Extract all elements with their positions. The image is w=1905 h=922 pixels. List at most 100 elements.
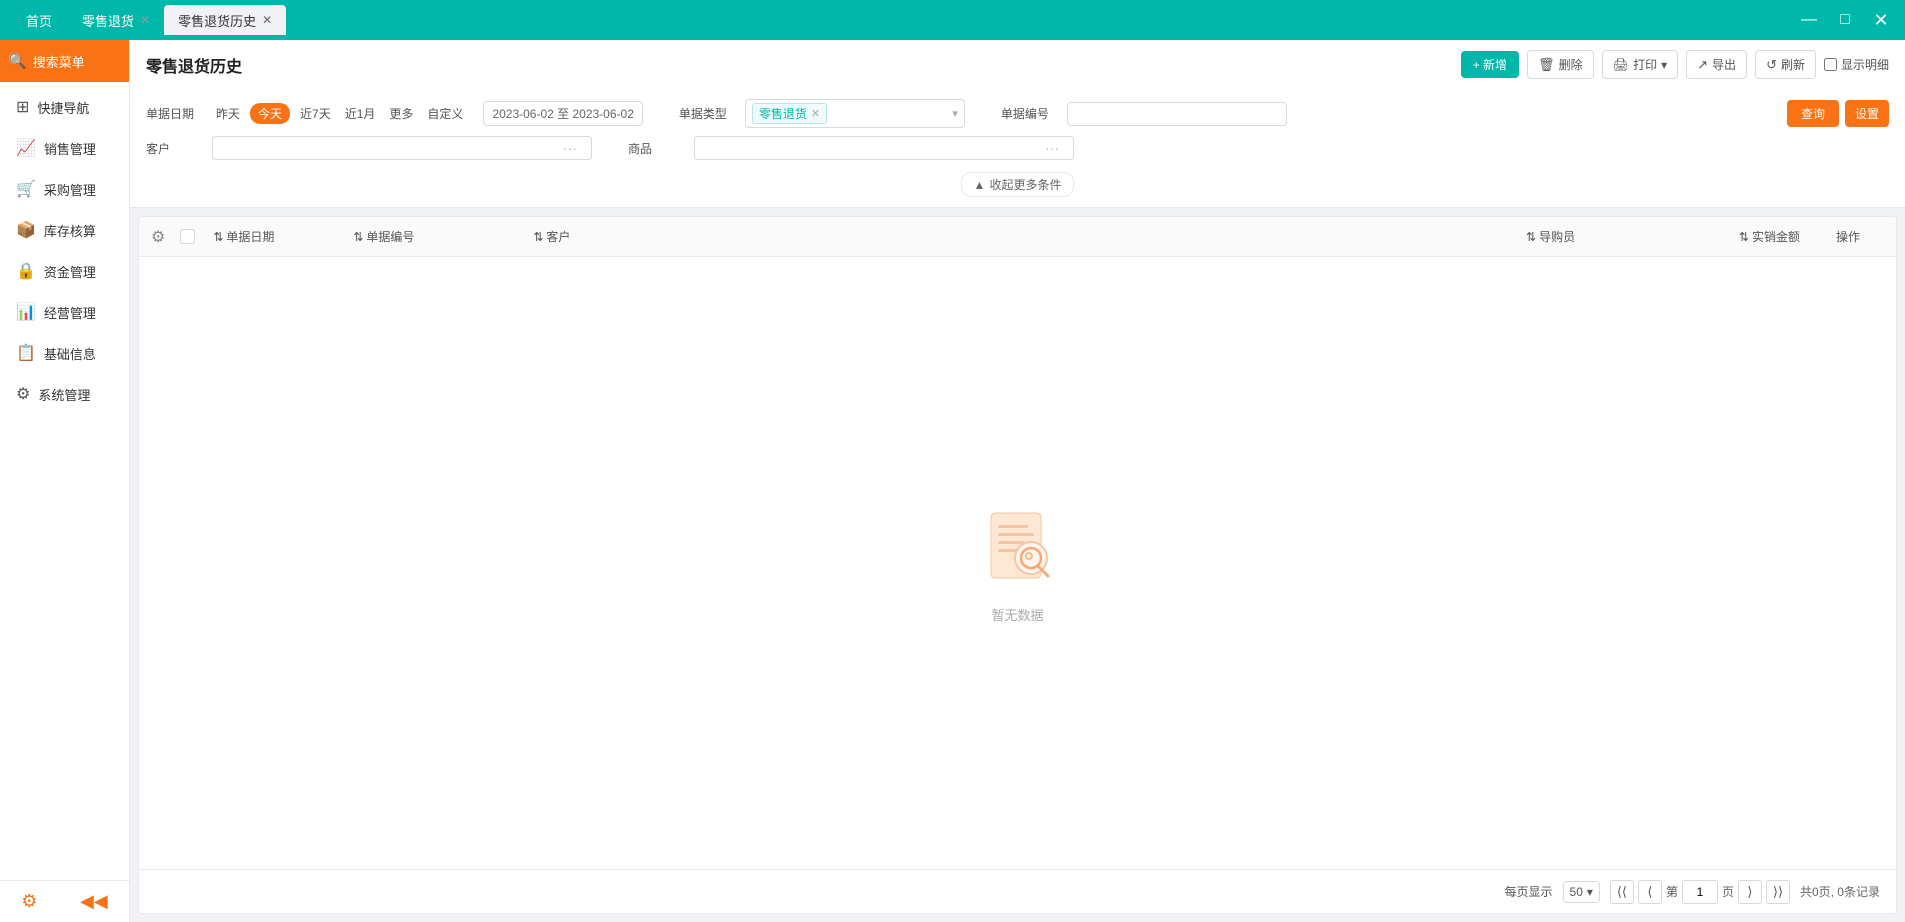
window-controls: — □ ✕ [1795,6,1895,34]
query-button[interactable]: 查询 [1787,100,1839,127]
prev-page-btn[interactable]: ⟨ [1638,880,1662,904]
page-input[interactable] [1682,880,1718,904]
table-columns: ⇅ 单据日期 ⇅ 单据编号 ⇅ 客户 ⇅ 导购员 [205,228,1888,245]
tab-retail-return[interactable]: 零售退货 ✕ [68,5,164,35]
top-bar: 首页 零售退货 ✕ 零售退货历史 ✕ — □ ✕ [0,0,1905,40]
print-icon: 🖨 [1613,57,1630,73]
th-customer[interactable]: ⇅ 客户 [525,228,1518,245]
settings-bottom-btn[interactable]: ⚙ [21,891,37,912]
print-button[interactable]: 🖨 打印 ▾ [1602,50,1679,79]
date-custom[interactable]: 自定义 [423,103,467,124]
bill-number-input[interactable] [1067,102,1287,126]
page-label: 页 [1722,883,1734,900]
content: 零售退货历史 + 新增 🗑 删除 🖨 打印 ▾ ↗ 导出 [130,40,1905,922]
close-retail-return[interactable]: ✕ [140,13,150,27]
goods-input-area[interactable]: ··· [694,136,1074,160]
bill-type-arrow: ▾ [952,107,958,120]
th-date[interactable]: ⇅ 单据日期 [205,228,345,245]
collapse-up-icon: ▲ [974,178,986,192]
maximize-btn[interactable]: □ [1831,6,1859,34]
sidebar-item-purchase[interactable]: 🛒 采购管理 [4,169,125,209]
sidebar-search[interactable]: 🔍 搜索菜单 [0,40,129,82]
table-body: 暂无数据 [139,257,1896,869]
print-dropdown-icon: ▾ [1661,58,1667,72]
last-page-btn[interactable]: ⟩⟩ [1766,880,1790,904]
bill-type-select[interactable]: 零售退货 ✕ ▾ [745,99,965,128]
tab-retail-return-history[interactable]: 零售退货历史 ✕ [164,5,286,35]
main-layout: 🔍 搜索菜单 ⊞ 快捷导航 📈 销售管理 🛒 采购管理 📦 库存核算 🔒 [0,40,1905,922]
next-page-btn[interactable]: ⟩ [1738,880,1762,904]
date-1month[interactable]: 近1月 [341,103,380,124]
select-all-col[interactable] [169,229,205,244]
inventory-icon: 📦 [16,220,36,240]
page-size-value: 50 [1570,885,1583,899]
date-options: 昨天 今天 近7天 近1月 更多 自定义 [212,103,467,124]
sidebar-item-quick-nav[interactable]: ⊞ 快捷导航 [4,87,125,127]
empty-text: 暂无数据 [991,605,1043,624]
close-btn[interactable]: ✕ [1867,6,1895,34]
total-info: 共0页, 0条记录 [1800,883,1880,900]
delete-icon: 🗑 [1538,57,1555,73]
th-action: 操作 [1808,228,1888,245]
date-range-display[interactable]: 2023-06-02 至 2023-06-02 [483,101,642,126]
page-size-select[interactable]: 50 ▾ [1563,881,1600,903]
sidebar-item-inventory[interactable]: 📦 库存核算 [4,210,125,250]
close-retail-return-history[interactable]: ✕ [262,13,272,27]
sort-guide-icon: ⇅ [1526,230,1536,244]
customer-dots[interactable]: ··· [555,140,585,156]
select-all-checkbox[interactable] [180,229,195,244]
finance-icon: 🔒 [16,261,36,281]
th-amount[interactable]: ⇅ 实销金额 [1678,228,1808,245]
page-size-label: 每页显示 [1505,883,1553,900]
sidebar-menu: ⊞ 快捷导航 📈 销售管理 🛒 采购管理 📦 库存核算 🔒 资金管理 📊 [0,82,129,880]
goods-label: 商品 [628,140,678,157]
th-guide[interactable]: ⇅ 导购员 [1518,228,1678,245]
goods-dots[interactable]: ··· [1037,140,1067,156]
th-bill[interactable]: ⇅ 单据编号 [345,228,525,245]
delete-button[interactable]: 🗑 删除 [1527,50,1594,79]
collapse-button[interactable]: ▲ 收起更多条件 [961,172,1075,197]
date-yesterday[interactable]: 昨天 [212,103,244,124]
customer-label: 客户 [146,140,196,157]
bill-type-label: 单据类型 [679,105,729,122]
sidebar-item-sales[interactable]: 📈 销售管理 [4,128,125,168]
page-header: 零售退货历史 + 新增 🗑 删除 🖨 打印 ▾ ↗ 导出 [130,40,1905,208]
sidebar: 🔍 搜索菜单 ⊞ 快捷导航 📈 销售管理 🛒 采购管理 📦 库存核算 🔒 [0,40,130,922]
display-detail-checkbox[interactable] [1824,58,1837,71]
date-7days[interactable]: 近7天 [296,103,335,124]
date-today[interactable]: 今天 [250,103,290,124]
system-icon: ⚙ [16,384,30,404]
sidebar-item-system[interactable]: ⚙ 系统管理 [4,374,125,414]
tab-home[interactable]: 首页 [10,5,68,35]
sidebar-item-basic-info[interactable]: 📋 基础信息 [4,333,125,373]
sidebar-item-operation[interactable]: 📊 经营管理 [4,292,125,332]
sidebar-item-finance[interactable]: 🔒 资金管理 [4,251,125,291]
date-more[interactable]: 更多 [385,103,417,124]
first-page-btn[interactable]: ⟨⟨ [1610,880,1634,904]
display-detail-check[interactable]: 显示明细 [1824,56,1889,73]
pagination: 每页显示 50 ▾ ⟨⟨ ⟨ 第 页 ⟩ ⟩⟩ 共0页, 0条记录 [139,869,1896,913]
filter-row-1: 单据日期 昨天 今天 近7天 近1月 更多 自定义 2023-06-02 至 2… [146,99,1889,128]
basic-info-icon: 📋 [16,343,36,363]
sort-amount-icon: ⇅ [1739,230,1749,244]
sort-date-icon: ⇅ [213,230,223,244]
volume-bottom-btn[interactable]: ◀◀ [80,891,108,912]
bill-type-tag[interactable]: 零售退货 ✕ [752,103,827,124]
minimize-btn[interactable]: — [1795,6,1823,34]
toolbar: + 新增 🗑 删除 🖨 打印 ▾ ↗ 导出 ↺ [1461,50,1889,79]
page-size-arrow: ▾ [1587,885,1593,899]
table-header-bar: ⚙ ⇅ 单据日期 ⇅ 单据编号 ⇅ 客户 [139,217,1896,257]
settings-button[interactable]: 设置 [1845,100,1889,127]
customer-input-area[interactable]: ··· [212,136,592,160]
refresh-icon: ↺ [1766,57,1777,73]
remove-bill-type[interactable]: ✕ [811,107,820,120]
empty-state: 暂无数据 [973,503,1063,624]
table-settings-icon[interactable]: ⚙ [147,223,169,251]
sort-customer-icon: ⇅ [533,230,543,244]
bill-number-label: 单据编号 [1001,105,1051,122]
sidebar-bottom: ⚙ ◀◀ [0,880,129,922]
search-icon: 🔍 [8,52,27,70]
export-button[interactable]: ↗ 导出 [1686,50,1747,79]
new-button[interactable]: + 新增 [1461,51,1519,78]
refresh-button[interactable]: ↺ 刷新 [1755,50,1816,79]
